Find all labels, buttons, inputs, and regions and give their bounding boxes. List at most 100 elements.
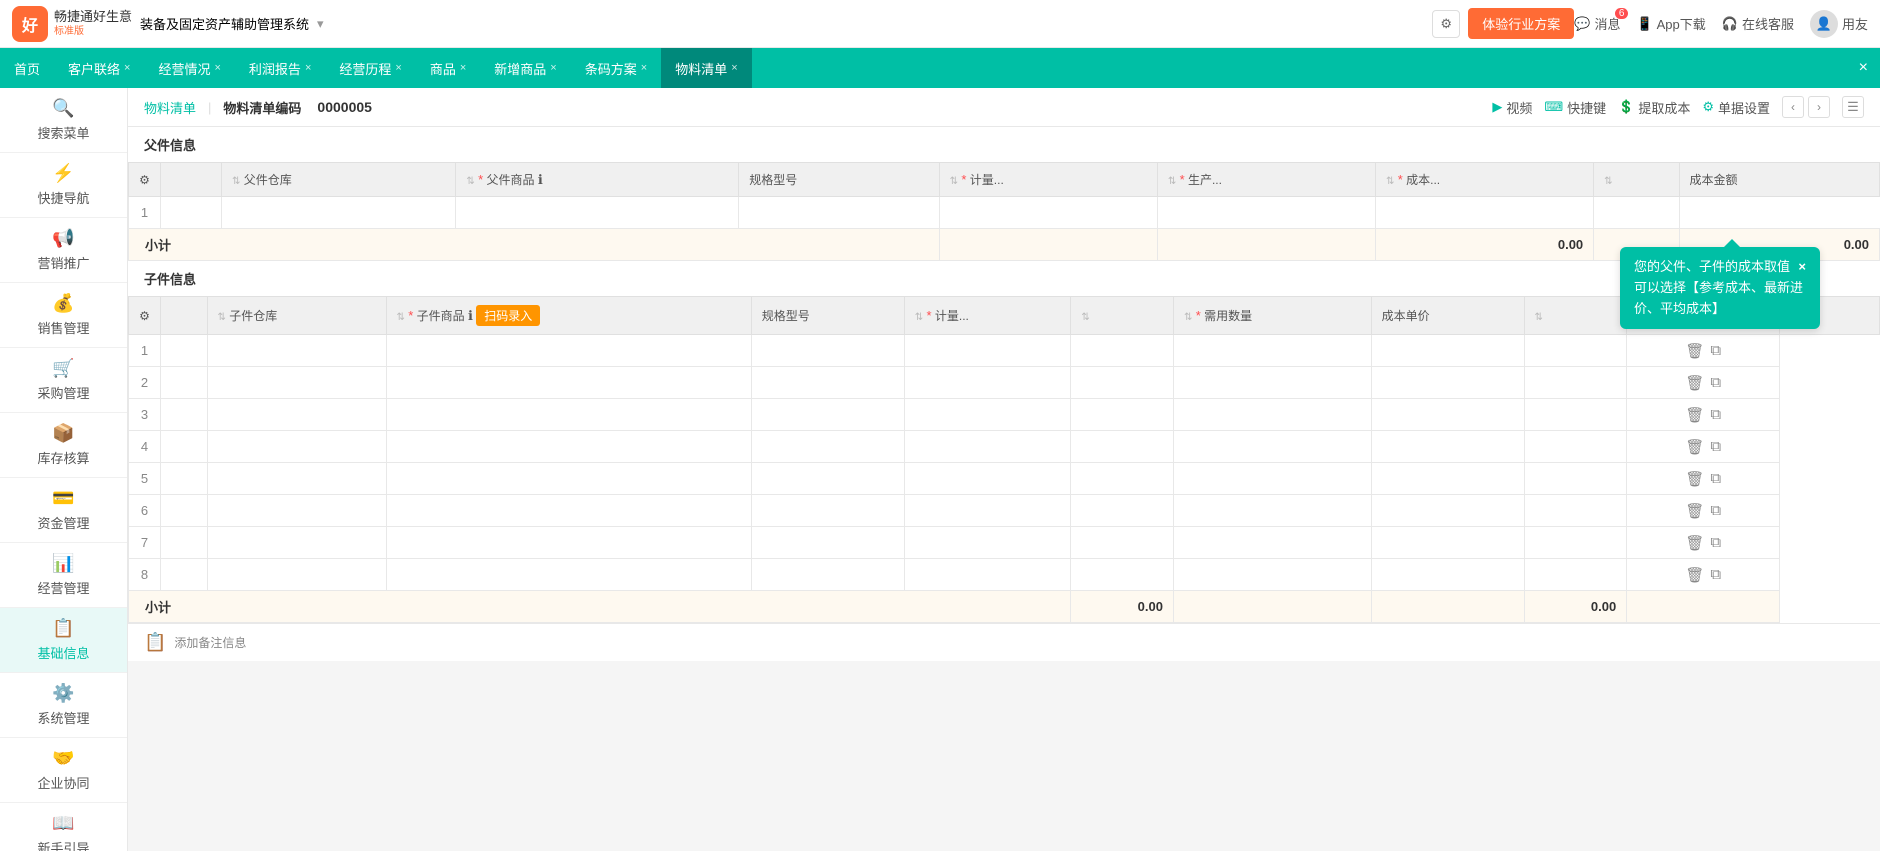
copy-icon[interactable]: ⧉	[1710, 534, 1721, 552]
child-row-3-qty[interactable]	[1071, 399, 1174, 431]
child-row-5-goods[interactable]	[207, 463, 386, 495]
delete-icon[interactable]: 🗑	[1685, 470, 1704, 488]
child-row-8-cost-amount[interactable]	[1524, 559, 1627, 591]
tab-client[interactable]: 客户联络 ×	[54, 48, 144, 88]
child-row-7-warehouse[interactable]	[161, 527, 208, 559]
prev-arrow[interactable]: ‹	[1782, 96, 1804, 118]
sidebar-item-quicknav[interactable]: ⚡ 快捷导航	[0, 153, 127, 218]
close-icon[interactable]: ×	[641, 62, 647, 74]
delete-icon[interactable]: 🗑	[1685, 438, 1704, 456]
sidebar-item-guide[interactable]: 📖 新手引导	[0, 803, 127, 851]
parent-row-1-cost[interactable]	[1157, 197, 1375, 229]
close-icon[interactable]: ×	[305, 62, 311, 74]
app-download-button[interactable]: 📱 App下载	[1636, 14, 1705, 33]
child-row-7-unit[interactable]	[751, 527, 904, 559]
child-row-7-qty[interactable]	[1071, 527, 1174, 559]
grid-view-button[interactable]: ☰	[1842, 96, 1864, 118]
child-row-8-goods[interactable]	[207, 559, 386, 591]
child-row-4-spec[interactable]	[386, 431, 751, 463]
copy-icon[interactable]: ⧉	[1710, 470, 1721, 488]
child-row-4-cost-unit[interactable]	[1173, 431, 1371, 463]
close-icon[interactable]: ×	[214, 62, 220, 74]
child-row-2-warehouse[interactable]	[161, 367, 208, 399]
sidebar-item-finance[interactable]: 💳 资金管理	[0, 478, 127, 543]
gear-button[interactable]: ⚙	[1432, 10, 1460, 38]
trial-button[interactable]: 体验行业方案	[1468, 8, 1574, 39]
child-row-2-qty[interactable]	[1071, 367, 1174, 399]
child-row-4-qty[interactable]	[1071, 431, 1174, 463]
close-icon[interactable]: ×	[731, 62, 737, 74]
child-row-7-cost-amount[interactable]	[1524, 527, 1627, 559]
tooltip-close-button[interactable]: ×	[1798, 257, 1806, 278]
sidebar-item-inventory[interactable]: 📦 库存核算	[0, 413, 127, 478]
tab-history[interactable]: 经营历程 ×	[325, 48, 415, 88]
close-icon[interactable]: ×	[550, 62, 556, 74]
child-row-1-qty[interactable]	[1071, 335, 1174, 367]
child-col-gear[interactable]: ⚙	[129, 297, 161, 335]
tab-barcode[interactable]: 条码方案 ×	[571, 48, 661, 88]
close-all-tabs[interactable]: ×	[1847, 59, 1880, 77]
close-icon[interactable]: ×	[460, 62, 466, 74]
child-row-5-spec[interactable]	[386, 463, 751, 495]
child-row-7-spec[interactable]	[386, 527, 751, 559]
child-row-3-cost-unit[interactable]	[1173, 399, 1371, 431]
parent-row-1-goods[interactable]	[221, 197, 455, 229]
message-button[interactable]: 💬 消息 6	[1574, 14, 1620, 33]
child-row-1-spec[interactable]	[386, 335, 751, 367]
close-icon[interactable]: ×	[395, 62, 401, 74]
delete-icon[interactable]: 🗑	[1685, 374, 1704, 392]
child-row-5-qty[interactable]	[1071, 463, 1174, 495]
extract-cost-button[interactable]: 💲 提取成本	[1618, 98, 1690, 117]
child-row-1-warehouse[interactable]	[161, 335, 208, 367]
copy-icon[interactable]: ⧉	[1710, 342, 1721, 360]
doc-settings-button[interactable]: ⚙ 单据设置	[1702, 98, 1770, 117]
parent-row-1-cost-amount[interactable]	[1594, 197, 1679, 229]
child-row-6-cost-unit[interactable]	[1173, 495, 1371, 527]
sidebar-item-sales[interactable]: 💰 销售管理	[0, 283, 127, 348]
system-dropdown-icon[interactable]: ▾	[317, 16, 324, 32]
child-row-6-spec[interactable]	[386, 495, 751, 527]
child-row-8-unit[interactable]	[751, 559, 904, 591]
parent-row-1-unit[interactable]	[739, 197, 939, 229]
copy-icon[interactable]: ⧉	[1710, 566, 1721, 584]
content-scroll[interactable]: 父件信息 ⚙ ⇅ 父件仓库 ⇅ * 父件商品 ℹ	[128, 127, 1880, 851]
child-row-4-goods[interactable]	[207, 431, 386, 463]
breadcrumb-detail[interactable]: 物料清单编码	[223, 98, 301, 117]
child-row-5-cost-unit[interactable]	[1173, 463, 1371, 495]
sidebar-item-purchase[interactable]: 🛒 采购管理	[0, 348, 127, 413]
child-row-8-cost-unit[interactable]	[1173, 559, 1371, 591]
child-row-6-unit[interactable]	[751, 495, 904, 527]
child-row-8-spec[interactable]	[386, 559, 751, 591]
tab-profit[interactable]: 利润报告 ×	[235, 48, 325, 88]
delete-icon[interactable]: 🗑	[1685, 534, 1704, 552]
child-row-6-cost-amount[interactable]	[1524, 495, 1627, 527]
child-row-3-spec[interactable]	[386, 399, 751, 431]
parent-row-1-spec[interactable]	[456, 197, 739, 229]
copy-icon[interactable]: ⧉	[1710, 374, 1721, 392]
child-row-2-goods[interactable]	[207, 367, 386, 399]
child-row-1-goods[interactable]	[207, 335, 386, 367]
copy-icon[interactable]: ⧉	[1710, 502, 1721, 520]
sidebar-item-search[interactable]: 🔍 搜索菜单	[0, 88, 127, 153]
service-button[interactable]: 🎧 在线客服	[1722, 14, 1794, 33]
child-row-6-warehouse[interactable]	[161, 495, 208, 527]
user-button[interactable]: 👤 用友	[1810, 10, 1868, 38]
close-icon[interactable]: ×	[124, 62, 130, 74]
tab-goods[interactable]: 商品 ×	[416, 48, 480, 88]
sidebar-item-basic[interactable]: 📋 基础信息	[0, 608, 127, 673]
child-row-2-unit[interactable]	[751, 367, 904, 399]
child-row-3-warehouse[interactable]	[161, 399, 208, 431]
tab-home[interactable]: 首页	[0, 48, 54, 88]
child-row-3-goods[interactable]	[207, 399, 386, 431]
copy-icon[interactable]: ⧉	[1710, 406, 1721, 424]
child-row-3-cost-amount[interactable]	[1524, 399, 1627, 431]
child-row-4-cost-amount[interactable]	[1524, 431, 1627, 463]
child-row-4-unit[interactable]	[751, 431, 904, 463]
child-row-2-cost-amount[interactable]	[1524, 367, 1627, 399]
child-row-2-cost-unit[interactable]	[1173, 367, 1371, 399]
sidebar-item-enterprise[interactable]: 🤝 企业协同	[0, 738, 127, 803]
child-row-2-spec[interactable]	[386, 367, 751, 399]
child-row-1-cost-amount[interactable]	[1524, 335, 1627, 367]
child-row-1-unit[interactable]	[751, 335, 904, 367]
child-row-4-warehouse[interactable]	[161, 431, 208, 463]
